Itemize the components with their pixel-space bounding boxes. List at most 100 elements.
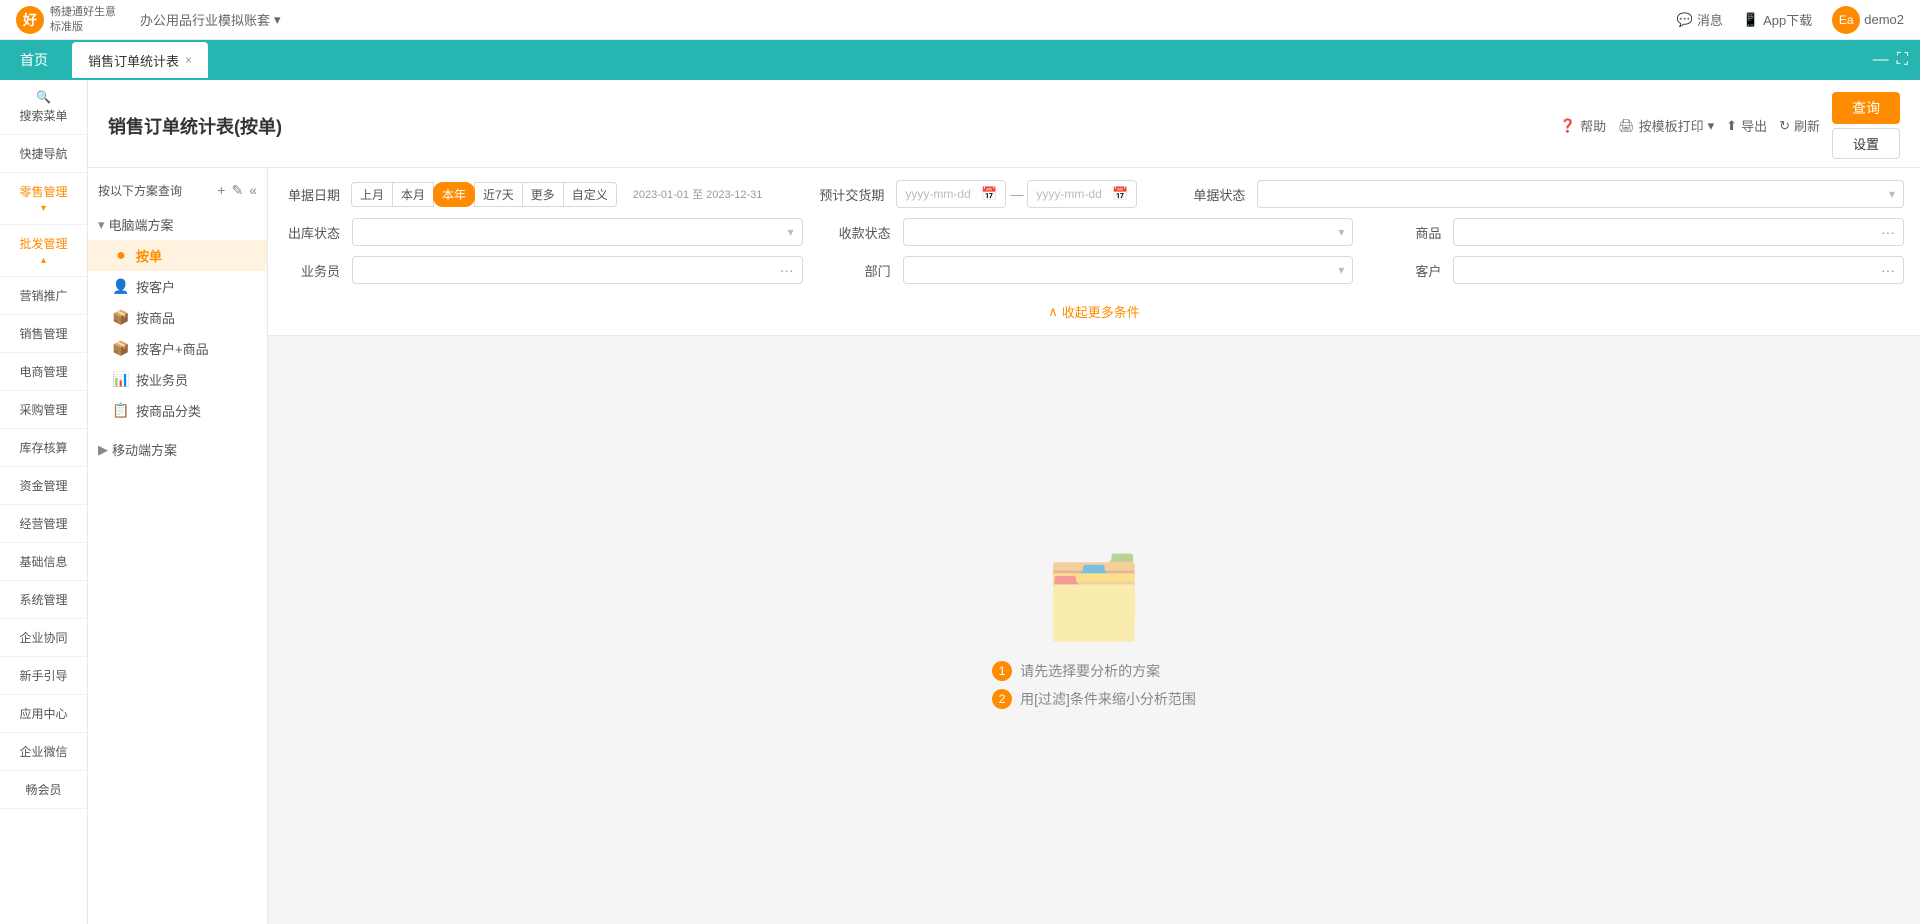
collapse-row[interactable]: ∧ 收起更多条件	[284, 294, 1904, 323]
edit-scheme-button[interactable]: ✎	[231, 182, 243, 199]
top-bar-left: 好 畅捷通好生意 标准版 办公用品行业模拟账套 ▾	[16, 5, 281, 34]
split-layout: 按以下方案查询 + ✎ « ▾ 电脑端方案 ● 按单	[88, 168, 1920, 924]
logo-area: 好 畅捷通好生意 标准版	[16, 5, 116, 34]
message-button[interactable]: 💬 消息	[1677, 10, 1723, 29]
empty-hint-2: 2 用[过滤]条件来缩小分析范围	[992, 689, 1196, 709]
scheme-by-customer[interactable]: 👤 按客户	[88, 271, 267, 302]
content-area: 销售订单统计表(按单) ❓ 帮助 🖨 按模板打印 ▾ ⬆ 导出 ↻ 刷新	[88, 80, 1920, 924]
export-button[interactable]: ⬆ 导出	[1726, 116, 1767, 135]
app-selector[interactable]: 办公用品行业模拟账套 ▾	[140, 10, 281, 29]
avatar: Ea	[1832, 6, 1860, 34]
tab-bar-right: — ⛶	[1873, 51, 1920, 69]
hint-num-1: 1	[992, 661, 1012, 681]
minimize-icon[interactable]: —	[1873, 51, 1889, 69]
template-print-button[interactable]: 🖨 按模板打印 ▾	[1618, 116, 1714, 135]
settings-button[interactable]: 设置	[1832, 128, 1900, 159]
ship-status-select[interactable]: ▾	[352, 218, 803, 246]
dept-select[interactable]: ▾	[903, 256, 1354, 284]
date-tab-custom[interactable]: 自定义	[563, 182, 617, 207]
filter-row-status: 出库状态 ▾ 收款状态 ▾ 商品 ···	[284, 218, 1904, 246]
goods-more-dots[interactable]: ···	[1881, 224, 1895, 240]
sidebar-item-member[interactable]: 畅会员	[0, 771, 87, 809]
tab-home[interactable]: 首页	[0, 40, 68, 80]
collapse-arrow-icon: ∧	[1048, 304, 1058, 320]
mobile-section-header[interactable]: ▶ 移动端方案	[88, 434, 267, 465]
scheme-by-order[interactable]: ● 按单	[88, 240, 267, 271]
customer-goods-icon: 📦	[112, 340, 130, 357]
scheme-by-category[interactable]: 📋 按商品分类	[88, 395, 267, 426]
scheme-by-salesman[interactable]: 📊 按业务员	[88, 364, 267, 395]
date-tab-this-year[interactable]: 本年	[433, 182, 475, 207]
sidebar-item-marketing[interactable]: 营销推广	[0, 277, 87, 315]
date-separator: —	[1010, 187, 1023, 202]
date-from-field: yyyy-mm-dd 📅 — yyyy-mm-dd 📅	[896, 180, 1137, 208]
empty-state: 🗂️ 1 请先选择要分析的方案 2 用[过滤]条件来缩小分析范围	[268, 336, 1920, 924]
close-tab-button[interactable]: ×	[185, 53, 192, 67]
filter-area: 单据日期 上月 本月 本年 近7天 更多 自定义 2023-01-01 至 20…	[268, 168, 1920, 336]
message-icon: 💬	[1677, 12, 1693, 28]
download-icon: 📱	[1743, 12, 1759, 28]
left-panel-header-icons: + ✎ «	[217, 182, 257, 199]
sidebar-item-ecommerce[interactable]: 电商管理	[0, 353, 87, 391]
section-arrow-right-icon: ▶	[98, 442, 108, 458]
salesman-more-dots[interactable]: ···	[780, 262, 794, 278]
search-icon: 🔍	[36, 90, 51, 104]
receipt-status-select[interactable]: ▾	[903, 218, 1354, 246]
tab-active[interactable]: 销售订单统计表 ×	[72, 42, 208, 78]
date-tab-this-month[interactable]: 本月	[392, 182, 434, 207]
salesman-select[interactable]: ···	[352, 256, 803, 284]
chevron-up-icon: ▴	[41, 255, 46, 266]
date-to-input[interactable]: yyyy-mm-dd 📅	[1027, 180, 1137, 208]
date-from-input[interactable]: yyyy-mm-dd 📅	[896, 180, 1006, 208]
chevron-down-icon: ▾	[274, 12, 281, 28]
sidebar-item-operations[interactable]: 经营管理	[0, 505, 87, 543]
date-tab-more[interactable]: 更多	[522, 182, 564, 207]
filter-row-date: 单据日期 上月 本月 本年 近7天 更多 自定义 2023-01-01 至 20…	[284, 180, 1904, 208]
user-area[interactable]: Ea demo2	[1832, 6, 1904, 34]
pc-section: ▾ 电脑端方案 ● 按单 👤 按客户 📦 按商品	[88, 205, 267, 430]
sidebar-item-enterprise[interactable]: 企业协同	[0, 619, 87, 657]
sidebar-search[interactable]: 🔍 搜索菜单	[0, 80, 87, 135]
sidebar-item-basics[interactable]: 基础信息	[0, 543, 87, 581]
refresh-icon: ↻	[1779, 118, 1790, 134]
calendar-to-icon: 📅	[1112, 186, 1128, 202]
maximize-icon[interactable]: ⛶	[1897, 51, 1908, 69]
sidebar-item-finance[interactable]: 资金管理	[0, 467, 87, 505]
app-download-button[interactable]: 📱 App下载	[1743, 10, 1812, 29]
sidebar-item-appcenter[interactable]: 应用中心	[0, 695, 87, 733]
sidebar-quick-nav[interactable]: 快捷导航	[0, 135, 87, 173]
scheme-by-customer-goods[interactable]: 📦 按客户+商品	[88, 333, 267, 364]
customer-icon: 👤	[112, 278, 130, 295]
goods-select[interactable]: ···	[1453, 218, 1904, 246]
category-icon: 📋	[112, 402, 130, 419]
add-scheme-button[interactable]: +	[217, 182, 225, 199]
section-arrow-icon: ▾	[98, 217, 105, 233]
customer-select[interactable]: ···	[1453, 256, 1904, 284]
sidebar-item-wholesale[interactable]: 批发管理 ▴	[0, 225, 87, 277]
export-icon: ⬆	[1726, 118, 1737, 134]
empty-illustration: 🗂️	[1044, 551, 1144, 645]
receipt-status-label: 收款状态	[835, 223, 891, 242]
date-tab-7days[interactable]: 近7天	[474, 182, 523, 207]
refresh-button[interactable]: ↻ 刷新	[1779, 116, 1820, 135]
top-bar: 好 畅捷通好生意 标准版 办公用品行业模拟账套 ▾ 💬 消息 📱 App下载 E…	[0, 0, 1920, 40]
date-label: 单据日期	[284, 185, 340, 204]
status-select[interactable]: ▾	[1257, 180, 1904, 208]
date-tab-last-month[interactable]: 上月	[351, 182, 393, 207]
chevron-down-icon: ▾	[41, 203, 46, 214]
help-button[interactable]: ❓ 帮助	[1560, 116, 1606, 135]
pc-section-header[interactable]: ▾ 电脑端方案	[88, 209, 267, 240]
sidebar-item-system[interactable]: 系统管理	[0, 581, 87, 619]
sidebar-item-sales[interactable]: 销售管理	[0, 315, 87, 353]
query-button[interactable]: 查询	[1832, 92, 1900, 124]
sidebar-item-retail[interactable]: 零售管理 ▾	[0, 173, 87, 225]
customer-more-dots[interactable]: ···	[1881, 262, 1895, 278]
sidebar-item-inventory[interactable]: 库存核算	[0, 429, 87, 467]
status-chevron-icon: ▾	[1889, 187, 1895, 201]
customer-label: 客户	[1385, 261, 1441, 280]
sidebar-item-wechat[interactable]: 企业微信	[0, 733, 87, 771]
scheme-by-goods[interactable]: 📦 按商品	[88, 302, 267, 333]
sidebar-item-purchase[interactable]: 采购管理	[0, 391, 87, 429]
collapse-panel-button[interactable]: «	[249, 182, 257, 199]
sidebar-item-newuser[interactable]: 新手引导	[0, 657, 87, 695]
